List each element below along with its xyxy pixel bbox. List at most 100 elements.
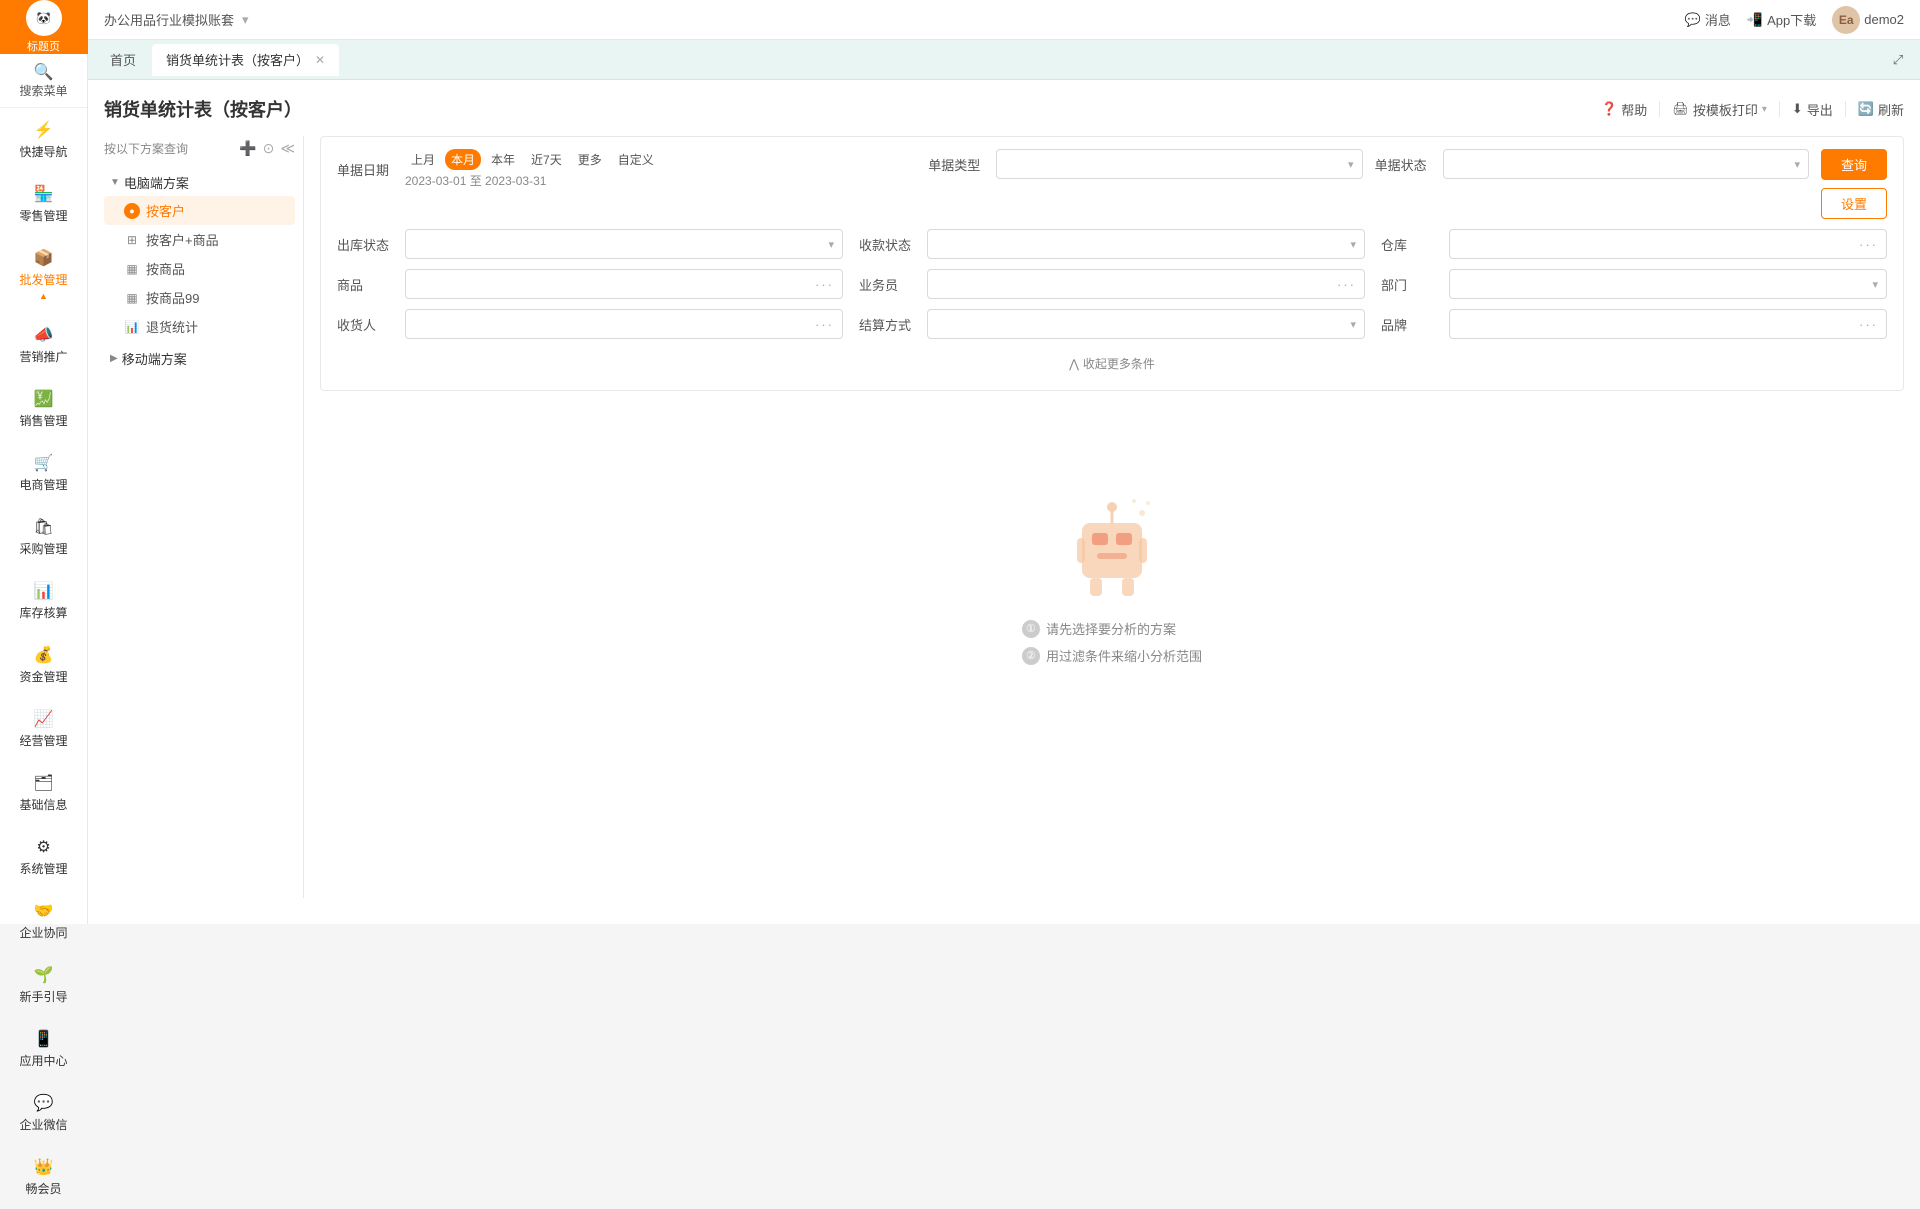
sidebar-item-finance[interactable]: 💰 资金管理 xyxy=(0,633,87,697)
app-download-button[interactable]: 📲 App下载 xyxy=(1747,10,1816,29)
message-icon: 💬 xyxy=(1685,12,1701,28)
stock-status-input[interactable]: ▾ xyxy=(405,229,843,259)
empty-tips: ① 请先选择要分析的方案 ② 用过滤条件来缩小分析范围 xyxy=(1022,619,1202,673)
settings-scheme-icon[interactable]: ⊙ xyxy=(263,140,275,157)
date-tab-this-year[interactable]: 本年 xyxy=(485,149,521,170)
scheme-item-by-customer[interactable]: ● 按客户 xyxy=(104,196,295,225)
payment-status-label: 收款状态 xyxy=(859,235,919,254)
brand-dots-icon: ··· xyxy=(1859,317,1878,332)
help-button[interactable]: ❓ 帮助 xyxy=(1601,100,1647,119)
sidebar-item-inventory[interactable]: 📊 库存核算 xyxy=(0,569,87,633)
sidebar-item-member[interactable]: 👑 畅会员 xyxy=(0,1145,87,1209)
collapse-panel-icon[interactable]: ≪ xyxy=(280,140,295,157)
expand-icon: ⤢ xyxy=(1893,52,1903,68)
settlement-chevron-icon: ▾ xyxy=(1350,318,1356,331)
sidebar-logo: 🐼 标题页 xyxy=(0,0,88,54)
sidebar-item-operation[interactable]: 📈 经营管理 xyxy=(0,697,87,761)
tab-home[interactable]: 首页 xyxy=(96,44,150,76)
logo-initials: 🐼 xyxy=(36,11,51,25)
newbie-icon: 🌱 xyxy=(34,965,54,985)
enterprise-wechat-icon: 💬 xyxy=(34,1093,54,1113)
logo-text: 标题页 xyxy=(27,38,60,54)
export-button[interactable]: ⬇ 导出 xyxy=(1792,100,1833,119)
scheme-group-mobile-title[interactable]: ▶ 移动端方案 xyxy=(104,345,295,372)
settings-button[interactable]: 设置 xyxy=(1821,188,1887,219)
order-type-input[interactable]: ▾ xyxy=(996,149,1362,179)
help-label: 帮助 xyxy=(1621,100,1647,119)
refresh-button[interactable]: 🔄 刷新 xyxy=(1858,100,1904,119)
dropdown-arrow-icon[interactable]: ▾ xyxy=(242,12,249,28)
date-tab-last-month[interactable]: 上月 xyxy=(405,149,441,170)
scheme-item-return-stat[interactable]: 📊 退货统计 xyxy=(104,312,295,341)
add-scheme-icon[interactable]: ➕ xyxy=(239,140,256,157)
sidebar-item-system[interactable]: ⚙ 系统管理 xyxy=(0,825,87,889)
collapse-button[interactable]: ⋀ 收起更多条件 xyxy=(1069,355,1155,372)
help-icon: ❓ xyxy=(1601,101,1617,117)
export-label: 导出 xyxy=(1807,100,1833,119)
user-profile[interactable]: Ea demo2 xyxy=(1832,6,1904,34)
tab-sales-stat[interactable]: 销货单统计表（按客户） ✕ xyxy=(152,44,339,76)
brand-input[interactable]: ··· xyxy=(1449,309,1887,339)
print-button[interactable]: 🖨 按模板打印 ▾ xyxy=(1672,100,1767,119)
sidebar-item-ecommerce[interactable]: 🛒 电商管理 xyxy=(0,441,87,505)
shortcut-icon: ⚡ xyxy=(34,120,54,140)
page-title-row: 销货单统计表（按客户） ❓ 帮助 🖨 按模板打印 ▾ ⬇ 导出 xyxy=(104,96,1904,122)
settlement-input[interactable]: ▾ xyxy=(927,309,1365,339)
sidebar-item-basic[interactable]: 🗂 基础信息 xyxy=(0,761,87,825)
divider2 xyxy=(1779,101,1780,117)
payment-status-input[interactable]: ▾ xyxy=(927,229,1365,259)
query-button[interactable]: 查询 xyxy=(1821,149,1887,180)
sidebar-item-sales[interactable]: 💹 销售管理 xyxy=(0,377,87,441)
date-tab-this-month[interactable]: 本月 xyxy=(445,149,481,170)
department-filter-item: 部门 ▾ xyxy=(1381,269,1887,299)
sidebar-item-wholesale[interactable]: 📦 批发管理 ▲ xyxy=(0,236,87,313)
filter-row-3: 商品 ··· 业务员 ··· xyxy=(337,269,1887,299)
app-download-label: App下载 xyxy=(1767,10,1816,29)
sidebar-item-marketing[interactable]: 📣 营销推广 xyxy=(0,313,87,377)
salesperson-input[interactable]: ··· xyxy=(927,269,1365,299)
sidebar-search-item[interactable]: 🔍 搜索菜单 xyxy=(0,54,87,108)
divider1 xyxy=(1659,101,1660,117)
empty-state: ① 请先选择要分析的方案 ② 用过滤条件来缩小分析范围 xyxy=(320,403,1904,753)
sidebar-item-retail[interactable]: 🏪 零售管理 xyxy=(0,172,87,236)
order-status-label: 单据状态 xyxy=(1375,155,1435,174)
warehouse-input[interactable]: ··· xyxy=(1449,229,1887,259)
tab-close-icon[interactable]: ✕ xyxy=(315,53,325,67)
filter-form: 单据日期 上月 本月 本年 近7天 更多 自定义 20 xyxy=(320,136,1904,391)
order-type-label: 单据类型 xyxy=(928,155,988,174)
product-input[interactable]: ··· xyxy=(405,269,843,299)
mobile-group-label: 移动端方案 xyxy=(122,349,187,368)
left-panel: 按以下方案查询 ➕ ⊙ ≪ ▼ 电脑端方案 ● 按客户 xyxy=(104,136,304,898)
tip-2-text: 用过滤条件来缩小分析范围 xyxy=(1046,646,1202,665)
sidebar-item-shortcut[interactable]: ⚡ 快捷导航 xyxy=(0,108,87,172)
wholesale-arrow-icon: ▲ xyxy=(39,291,48,301)
date-tab-more[interactable]: 更多 xyxy=(572,149,608,170)
sidebar-item-enterprise[interactable]: 🤝 企业协同 xyxy=(0,889,87,953)
scheme-item-by-product99[interactable]: ▦ 按商品99 xyxy=(104,283,295,312)
message-button[interactable]: 💬 消息 xyxy=(1685,10,1731,29)
sidebar-member-label: 畅会员 xyxy=(25,1180,61,1197)
marketing-icon: 📣 xyxy=(34,325,54,345)
scheme-item-customer-product[interactable]: ⊞ 按客户+商品 xyxy=(104,225,295,254)
empty-tip-1: ① 请先选择要分析的方案 xyxy=(1022,619,1202,638)
department-input[interactable]: ▾ xyxy=(1449,269,1887,299)
tab-expand-button[interactable]: ⤢ xyxy=(1884,46,1912,74)
sidebar-item-newbie[interactable]: 🌱 新手引导 xyxy=(0,953,87,1017)
scheme-customer-product-label: 按客户+商品 xyxy=(146,230,219,249)
refresh-icon: 🔄 xyxy=(1858,101,1874,117)
sidebar-item-purchase[interactable]: 🛍 采购管理 xyxy=(0,505,87,569)
product-filter-item: 商品 ··· xyxy=(337,269,843,299)
order-status-input[interactable]: ▾ xyxy=(1443,149,1809,179)
sidebar-item-enterprise-wechat[interactable]: 💬 企业微信 xyxy=(0,1081,87,1145)
sidebar-operation-label: 经营管理 xyxy=(19,732,67,749)
scheme-item-by-product[interactable]: ▦ 按商品 xyxy=(104,254,295,283)
sidebar-item-appcenter[interactable]: 📱 应用中心 xyxy=(0,1017,87,1081)
date-label: 单据日期 xyxy=(337,160,397,179)
pc-group-arrow-icon: ▼ xyxy=(110,177,120,188)
header-right: 💬 消息 📲 App下载 Ea demo2 xyxy=(1685,6,1904,34)
receiver-input[interactable]: ··· xyxy=(405,309,843,339)
date-tab-custom[interactable]: 自定义 xyxy=(612,149,660,170)
payment-status-filter-item: 收款状态 ▾ xyxy=(859,229,1365,259)
date-tab-7days[interactable]: 近7天 xyxy=(525,149,568,170)
scheme-group-pc-title[interactable]: ▼ 电脑端方案 xyxy=(104,169,295,196)
